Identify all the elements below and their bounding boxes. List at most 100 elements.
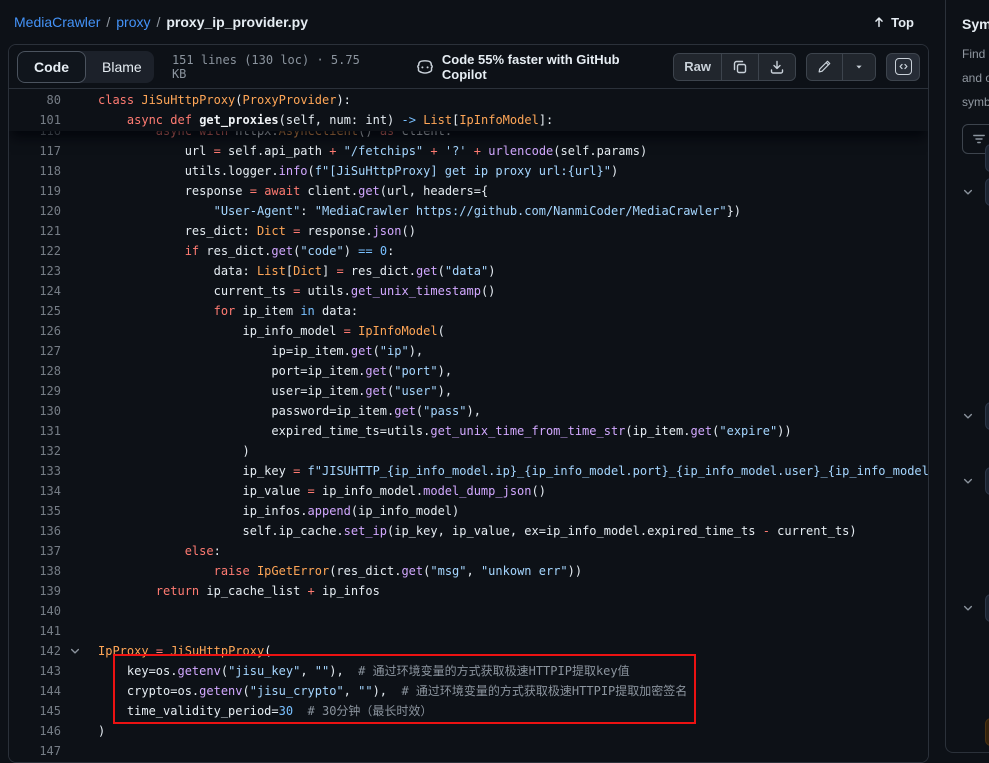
line-number[interactable]: 139: [9, 581, 61, 601]
tab-blame[interactable]: Blame: [86, 51, 154, 83]
code-line: 125 for ip_item in data:: [9, 301, 928, 321]
code-text: ip_infos.append(ip_info_model): [61, 501, 459, 521]
code-viewer[interactable]: 116 async with httpx.AsyncClient() as cl…: [9, 89, 928, 762]
line-number[interactable]: 147: [9, 741, 61, 761]
arrow-up-icon: [872, 15, 886, 29]
code-text: self.ip_cache.set_ip(ip_key, ip_value, e…: [61, 521, 857, 541]
edit-button[interactable]: [807, 54, 842, 80]
code-line: 118 utils.logger.info(f"[JiSuHttpProxy] …: [9, 161, 928, 181]
line-number[interactable]: 117: [9, 141, 61, 161]
copilot-banner[interactable]: Code 55% faster with GitHub Copilot: [416, 52, 661, 82]
edit-dropdown-button[interactable]: [842, 54, 875, 80]
code-text: ip_value = ip_info_model.model_dump_json…: [61, 481, 546, 501]
symbol-item[interactable]: [985, 467, 989, 495]
line-number[interactable]: 129: [9, 381, 61, 401]
line-number[interactable]: 146: [9, 721, 61, 741]
code-text: expired_time_ts=utils.get_unix_time_from…: [61, 421, 792, 441]
line-number[interactable]: 145: [9, 701, 61, 721]
file-metadata: 151 lines (130 loc) · 5.75 KB: [172, 53, 376, 81]
code-line: 127 ip=ip_item.get("ip"),: [9, 341, 928, 361]
symbol-item[interactable]: [985, 144, 989, 172]
breadcrumb-separator: /: [100, 14, 116, 30]
breadcrumb-repo-link[interactable]: MediaCrawler: [14, 14, 100, 30]
breadcrumb-folder-link[interactable]: proxy: [116, 14, 150, 30]
code-line: 123 data: List[Dict] = res_dict.get("dat…: [9, 261, 928, 281]
line-number[interactable]: 124: [9, 281, 61, 301]
chevron-down-icon[interactable]: [962, 594, 976, 622]
line-number[interactable]: 128: [9, 361, 61, 381]
line-number[interactable]: 133: [9, 461, 61, 481]
code-line: 144 crypto=os.getenv("jisu_crypto", ""),…: [9, 681, 928, 701]
line-number[interactable]: 101: [9, 110, 61, 130]
line-number[interactable]: 127: [9, 341, 61, 361]
tab-code[interactable]: Code: [17, 51, 86, 83]
symbols-list: [946, 0, 989, 752]
line-number[interactable]: 120: [9, 201, 61, 221]
copy-button[interactable]: [721, 54, 758, 80]
line-number[interactable]: 140: [9, 601, 61, 621]
edit-group: [806, 53, 876, 81]
code-line: 122 if res_dict.get("code") == 0:: [9, 241, 928, 261]
code-text: response = await client.get(url, headers…: [61, 181, 488, 201]
line-number[interactable]: 121: [9, 221, 61, 241]
code-line: 130 password=ip_item.get("pass"),: [9, 401, 928, 421]
breadcrumb-file-name: proxy_ip_provider.py: [166, 14, 308, 30]
line-number[interactable]: 137: [9, 541, 61, 561]
pencil-icon: [817, 59, 832, 74]
line-number[interactable]: 144: [9, 681, 61, 701]
symbol-item[interactable]: [985, 402, 989, 430]
symbol-item[interactable]: [985, 178, 989, 206]
download-icon: [769, 59, 785, 75]
symbols-panel: Symbols Find definitions and references …: [945, 0, 989, 753]
code-text: ip_key = f"JISUHTTP_{ip_info_model.ip}_{…: [61, 461, 928, 481]
line-number[interactable]: 125: [9, 301, 61, 321]
code-text: [61, 601, 98, 621]
code-line: 136 self.ip_cache.set_ip(ip_key, ip_valu…: [9, 521, 928, 541]
symbol-item[interactable]: [985, 594, 989, 622]
line-number[interactable]: 130: [9, 401, 61, 421]
line-number[interactable]: 126: [9, 321, 61, 341]
fold-chevron-icon[interactable]: [67, 641, 83, 661]
raw-copy-download-group: Raw: [673, 53, 796, 81]
code-text: key=os.getenv("jisu_key", ""), # 通过环境变量的…: [61, 661, 630, 681]
breadcrumb: MediaCrawler / proxy / proxy_ip_provider…: [0, 0, 930, 44]
code-text: [61, 741, 98, 761]
line-number[interactable]: 138: [9, 561, 61, 581]
raw-button[interactable]: Raw: [674, 54, 721, 80]
download-button[interactable]: [758, 54, 795, 80]
code-text: return ip_cache_list + ip_infos: [61, 581, 380, 601]
code-text: IpProxy = JiSuHttpProxy(: [61, 641, 271, 661]
github-code-view: MediaCrawler / proxy / proxy_ip_provider…: [0, 0, 989, 763]
chevron-down-icon[interactable]: [962, 402, 976, 430]
symbol-item[interactable]: [985, 718, 989, 746]
line-number[interactable]: 132: [9, 441, 61, 461]
code-text: utils.logger.info(f"[JiSuHttpProxy] get …: [61, 161, 618, 181]
line-number[interactable]: 134: [9, 481, 61, 501]
code-text: ip=ip_item.get("ip"),: [61, 341, 423, 361]
line-number[interactable]: 142: [9, 641, 61, 661]
line-number[interactable]: 80: [9, 90, 61, 110]
line-number[interactable]: 135: [9, 501, 61, 521]
code-text: port=ip_item.get("port"),: [61, 361, 452, 381]
line-number[interactable]: 122: [9, 241, 61, 261]
line-number[interactable]: 131: [9, 421, 61, 441]
code-text: crypto=os.getenv("jisu_crypto", ""), # 通…: [61, 681, 687, 701]
code-line: 142IpProxy = JiSuHttpProxy(: [9, 641, 928, 661]
line-number[interactable]: 123: [9, 261, 61, 281]
line-number[interactable]: 143: [9, 661, 61, 681]
line-number[interactable]: 136: [9, 521, 61, 541]
line-number[interactable]: 118: [9, 161, 61, 181]
line-number[interactable]: 119: [9, 181, 61, 201]
code-text: else:: [61, 541, 221, 561]
copilot-icon: [416, 58, 434, 76]
chevron-down-icon[interactable]: [962, 467, 976, 495]
code-line: 80class JiSuHttpProxy(ProxyProvider):: [9, 90, 928, 110]
code-text: current_ts = utils.get_unix_timestamp(): [61, 281, 495, 301]
chevron-down-icon[interactable]: [962, 178, 976, 206]
symbols-panel-toggle-button[interactable]: [886, 53, 920, 81]
back-to-top-link[interactable]: Top: [872, 15, 914, 30]
code-line: 140: [9, 601, 928, 621]
code-square-icon: [895, 58, 912, 75]
line-number[interactable]: 141: [9, 621, 61, 641]
code-text: for ip_item in data:: [61, 301, 358, 321]
